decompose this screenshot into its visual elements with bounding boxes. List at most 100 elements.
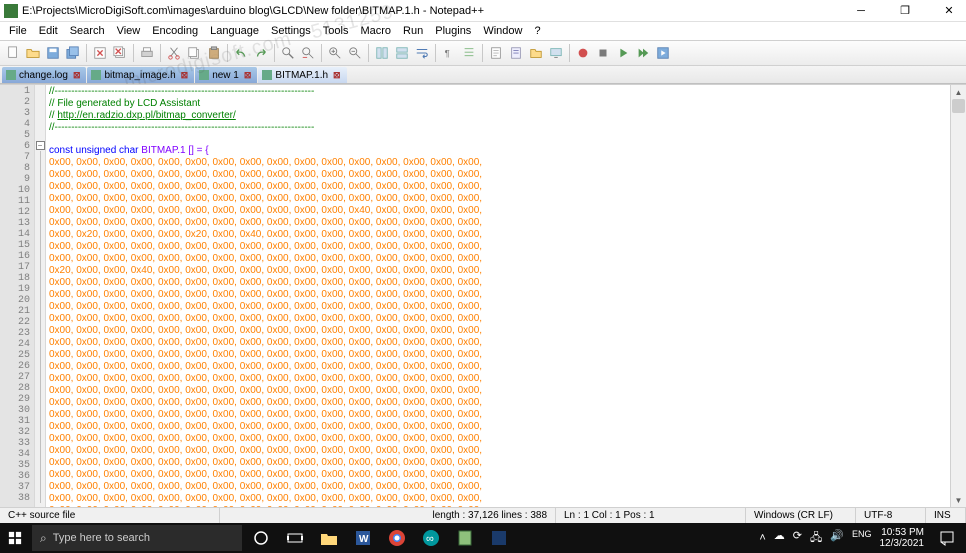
find-icon[interactable]	[279, 44, 297, 62]
play-macro-icon[interactable]	[614, 44, 632, 62]
show-all-chars-icon[interactable]: ¶	[440, 44, 458, 62]
notification-icon[interactable]	[932, 523, 962, 553]
taskbar-search[interactable]: ⌕ Type here to search	[32, 525, 242, 551]
taskbar-app-chrome[interactable]	[380, 523, 414, 553]
save-icon[interactable]	[44, 44, 62, 62]
search-placeholder: Type here to search	[53, 532, 150, 544]
tray-volume-icon[interactable]: 🔊	[830, 529, 844, 548]
toolbar-separator	[321, 44, 322, 62]
taskbar-app-word[interactable]: W	[346, 523, 380, 553]
save-all-icon[interactable]	[64, 44, 82, 62]
menu-settings[interactable]: Settings	[266, 25, 316, 37]
toolbar: ¶	[0, 40, 966, 66]
undo-icon[interactable]	[232, 44, 250, 62]
tray-updates-icon[interactable]: ⟳	[793, 529, 802, 548]
scroll-down-icon[interactable]: ▼	[951, 493, 966, 507]
sync-v-icon[interactable]	[373, 44, 391, 62]
save-macro-icon[interactable]	[654, 44, 672, 62]
tab-close-icon[interactable]: ⊠	[333, 70, 341, 81]
tray-cloud-icon[interactable]: ☁	[774, 529, 785, 548]
replace-icon[interactable]	[299, 44, 317, 62]
taskbar-date: 12/3/2021	[880, 538, 925, 549]
menu-search[interactable]: Search	[65, 25, 110, 37]
menu-[interactable]: ?	[529, 25, 545, 37]
tray-language-icon[interactable]: ENG	[852, 529, 872, 548]
menu-file[interactable]: File	[4, 25, 32, 37]
toolbar-separator	[274, 44, 275, 62]
task-view-icon[interactable]	[278, 523, 312, 553]
start-button[interactable]	[0, 523, 30, 553]
cut-icon[interactable]	[165, 44, 183, 62]
function-list-icon[interactable]	[507, 44, 525, 62]
app-icon	[4, 4, 18, 18]
doc-map-icon[interactable]	[487, 44, 505, 62]
monitor-icon[interactable]	[547, 44, 565, 62]
toolbar-separator	[435, 44, 436, 62]
tab-bitmap-1-h[interactable]: BITMAP.1.h ⊠	[258, 67, 346, 83]
line-number-gutter: 1234567891011121314151617181920212223242…	[0, 85, 34, 507]
folder-workspace-icon[interactable]	[527, 44, 545, 62]
close-all-icon[interactable]	[111, 44, 129, 62]
code-area[interactable]: //--------------------------------------…	[46, 85, 950, 507]
svg-text:¶: ¶	[445, 49, 450, 60]
stop-macro-icon[interactable]	[594, 44, 612, 62]
editor: 1234567891011121314151617181920212223242…	[0, 84, 966, 507]
print-icon[interactable]	[138, 44, 156, 62]
zoom-in-icon[interactable]	[326, 44, 344, 62]
new-icon[interactable]	[4, 44, 22, 62]
menu-plugins[interactable]: Plugins	[430, 25, 476, 37]
copy-icon[interactable]	[185, 44, 203, 62]
zoom-out-icon[interactable]	[346, 44, 364, 62]
tab-label: BITMAP.1.h	[275, 70, 328, 81]
paste-icon[interactable]	[205, 44, 223, 62]
minimize-button[interactable]: ─	[848, 2, 874, 20]
menu-run[interactable]: Run	[398, 25, 428, 37]
maximize-button[interactable]: ❐	[892, 2, 918, 20]
tab-label: bitmap_image.h	[104, 70, 175, 81]
menu-language[interactable]: Language	[205, 25, 264, 37]
cortana-icon[interactable]	[244, 523, 278, 553]
indent-guide-icon[interactable]	[460, 44, 478, 62]
open-icon[interactable]	[24, 44, 42, 62]
status-length: length : 37,126 lines : 388	[220, 508, 556, 523]
word-wrap-icon[interactable]	[413, 44, 431, 62]
tray-network-icon[interactable]: 🖧	[810, 529, 822, 548]
scroll-up-icon[interactable]: ▲	[951, 85, 966, 99]
taskbar-app-arduino[interactable]: ∞	[414, 523, 448, 553]
play-multiple-icon[interactable]	[634, 44, 652, 62]
redo-icon[interactable]	[252, 44, 270, 62]
status-insert-mode[interactable]: INS	[926, 508, 966, 523]
taskbar-time: 10:53 PM	[880, 527, 925, 538]
menu-encoding[interactable]: Encoding	[147, 25, 203, 37]
sync-h-icon[interactable]	[393, 44, 411, 62]
menu-window[interactable]: Window	[478, 25, 527, 37]
taskbar-app-explorer[interactable]	[312, 523, 346, 553]
taskbar-app-notepadpp[interactable]	[448, 523, 482, 553]
status-eol[interactable]: Windows (CR LF)	[746, 508, 856, 523]
tab-bar: change.log⊠bitmap_image.h⊠new 1⊠BITMAP.1…	[0, 66, 966, 84]
menu-view[interactable]: View	[112, 25, 146, 37]
vertical-scrollbar[interactable]: ▲ ▼	[950, 85, 966, 507]
tab-change-log[interactable]: change.log⊠	[2, 67, 86, 83]
menu-edit[interactable]: Edit	[34, 25, 63, 37]
menu-macro[interactable]: Macro	[355, 25, 396, 37]
tab-close-icon[interactable]: ⊠	[73, 70, 81, 81]
taskbar-app-proteus[interactable]	[482, 523, 516, 553]
close-button[interactable]: ✕	[936, 2, 962, 20]
tab-bitmap_image-h[interactable]: bitmap_image.h ⊠	[87, 67, 194, 83]
status-language: C++ source file	[0, 508, 220, 523]
toolbar-separator	[368, 44, 369, 62]
record-macro-icon[interactable]	[574, 44, 592, 62]
scrollbar-thumb[interactable]	[952, 99, 965, 113]
taskbar: ⌕ Type here to search W ∞ ˄ ☁ ⟳ 🖧 🔊 ENG …	[0, 523, 966, 553]
close-file-icon[interactable]	[91, 44, 109, 62]
tab-close-icon[interactable]: ⊠	[244, 70, 252, 81]
taskbar-clock[interactable]: 10:53 PM 12/3/2021	[880, 527, 925, 549]
tray-chevron-icon[interactable]: ˄	[759, 532, 765, 544]
status-encoding[interactable]: UTF-8	[856, 508, 926, 523]
tab-new-1[interactable]: new 1⊠	[195, 67, 257, 83]
menu-tools[interactable]: Tools	[318, 25, 354, 37]
tab-close-icon[interactable]: ⊠	[181, 70, 189, 81]
status-position: Ln : 1 Col : 1 Pos : 1	[556, 508, 746, 523]
search-icon: ⌕	[40, 531, 47, 546]
